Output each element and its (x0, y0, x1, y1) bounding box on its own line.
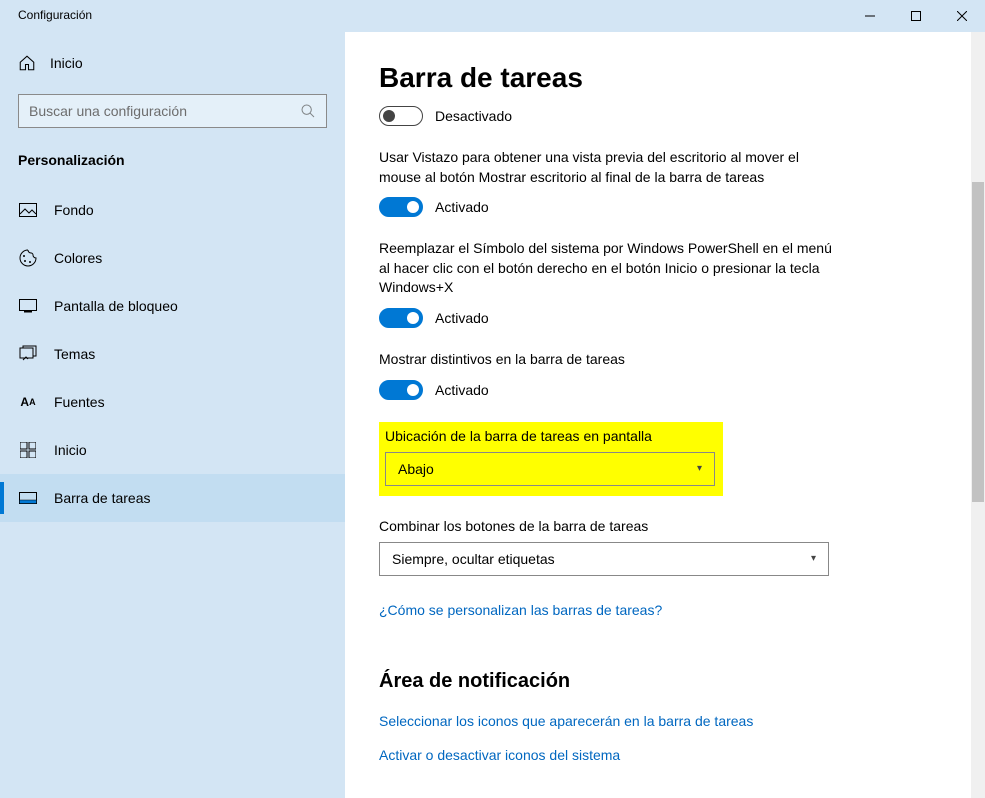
toggle-state-label: Activado (435, 382, 489, 398)
select-value: Siempre, ocultar etiquetas (392, 551, 555, 567)
select-value: Abajo (398, 461, 434, 477)
sidebar-item-pantalla-bloqueo[interactable]: Pantalla de bloqueo (0, 282, 345, 330)
search-field[interactable] (29, 103, 300, 119)
sidebar-item-temas[interactable]: Temas (0, 330, 345, 378)
sidebar-item-label: Pantalla de bloqueo (54, 298, 178, 314)
toggle-state-label: Desactivado (435, 108, 512, 124)
scrollbar[interactable] (971, 32, 985, 798)
location-select[interactable]: Abajo ▾ (385, 452, 715, 486)
sidebar-item-barra-tareas[interactable]: Barra de tareas (0, 474, 345, 522)
system-icons-link[interactable]: Activar o desactivar iconos del sistema (379, 747, 620, 763)
highlighted-location-block: Ubicación de la barra de tareas en panta… (379, 422, 723, 496)
home-link[interactable]: Inicio (0, 42, 345, 84)
home-icon (18, 54, 36, 72)
toggle-powershell[interactable] (379, 308, 423, 328)
palette-icon (18, 248, 38, 268)
sidebar-item-fondo[interactable]: Fondo (0, 186, 345, 234)
fonts-icon: AA (18, 392, 38, 412)
sidebar-item-label: Barra de tareas (54, 490, 151, 506)
location-label: Ubicación de la barra de tareas en panta… (385, 428, 715, 444)
badges-description: Mostrar distintivos en la barra de tarea… (379, 350, 839, 370)
notification-area-heading: Área de notificación (379, 670, 939, 693)
lockscreen-icon (18, 296, 38, 316)
sidebar-item-label: Fuentes (54, 394, 105, 410)
start-icon (18, 440, 38, 460)
toggle-state-label: Activado (435, 310, 489, 326)
sidebar-item-label: Inicio (54, 442, 87, 458)
search-icon (300, 103, 316, 119)
help-link[interactable]: ¿Cómo se personalizan las barras de tare… (379, 602, 662, 618)
taskbar-icon (18, 488, 38, 508)
picture-icon (18, 200, 38, 220)
chevron-down-icon: ▾ (811, 553, 816, 564)
sidebar-item-inicio[interactable]: Inicio (0, 426, 345, 474)
sidebar-item-label: Temas (54, 346, 95, 362)
minimize-button[interactable] (847, 0, 893, 32)
chevron-down-icon: ▾ (697, 463, 702, 474)
window-title: Configuración (18, 8, 92, 22)
sidebar-item-label: Colores (54, 250, 102, 266)
close-button[interactable] (939, 0, 985, 32)
titlebar: Configuración (0, 0, 985, 32)
toggle-state-label: Activado (435, 199, 489, 215)
sidebar-item-label: Fondo (54, 202, 94, 218)
scroll-thumb[interactable] (972, 182, 984, 502)
content-pane: Barra de tareas Desactivado Usar Vistazo… (345, 32, 985, 798)
peek-description: Usar Vistazo para obtener una vista prev… (379, 148, 839, 187)
toggle-unknown-off[interactable] (379, 106, 423, 126)
category-heading: Personalización (0, 140, 345, 186)
select-icons-link[interactable]: Seleccionar los iconos que aparecerán en… (379, 713, 753, 729)
combine-label: Combinar los botones de la barra de tare… (379, 518, 939, 534)
toggle-peek[interactable] (379, 197, 423, 217)
powershell-description: Reemplazar el Símbolo del sistema por Wi… (379, 239, 839, 298)
page-title: Barra de tareas (379, 62, 939, 94)
sidebar: Inicio Personalización Fondo Colores Pan… (0, 32, 345, 798)
home-label: Inicio (50, 55, 83, 71)
search-input[interactable] (18, 94, 327, 128)
combine-select[interactable]: Siempre, ocultar etiquetas ▾ (379, 542, 829, 576)
maximize-button[interactable] (893, 0, 939, 32)
themes-icon (18, 344, 38, 364)
toggle-badges[interactable] (379, 380, 423, 400)
sidebar-item-colores[interactable]: Colores (0, 234, 345, 282)
sidebar-item-fuentes[interactable]: AA Fuentes (0, 378, 345, 426)
